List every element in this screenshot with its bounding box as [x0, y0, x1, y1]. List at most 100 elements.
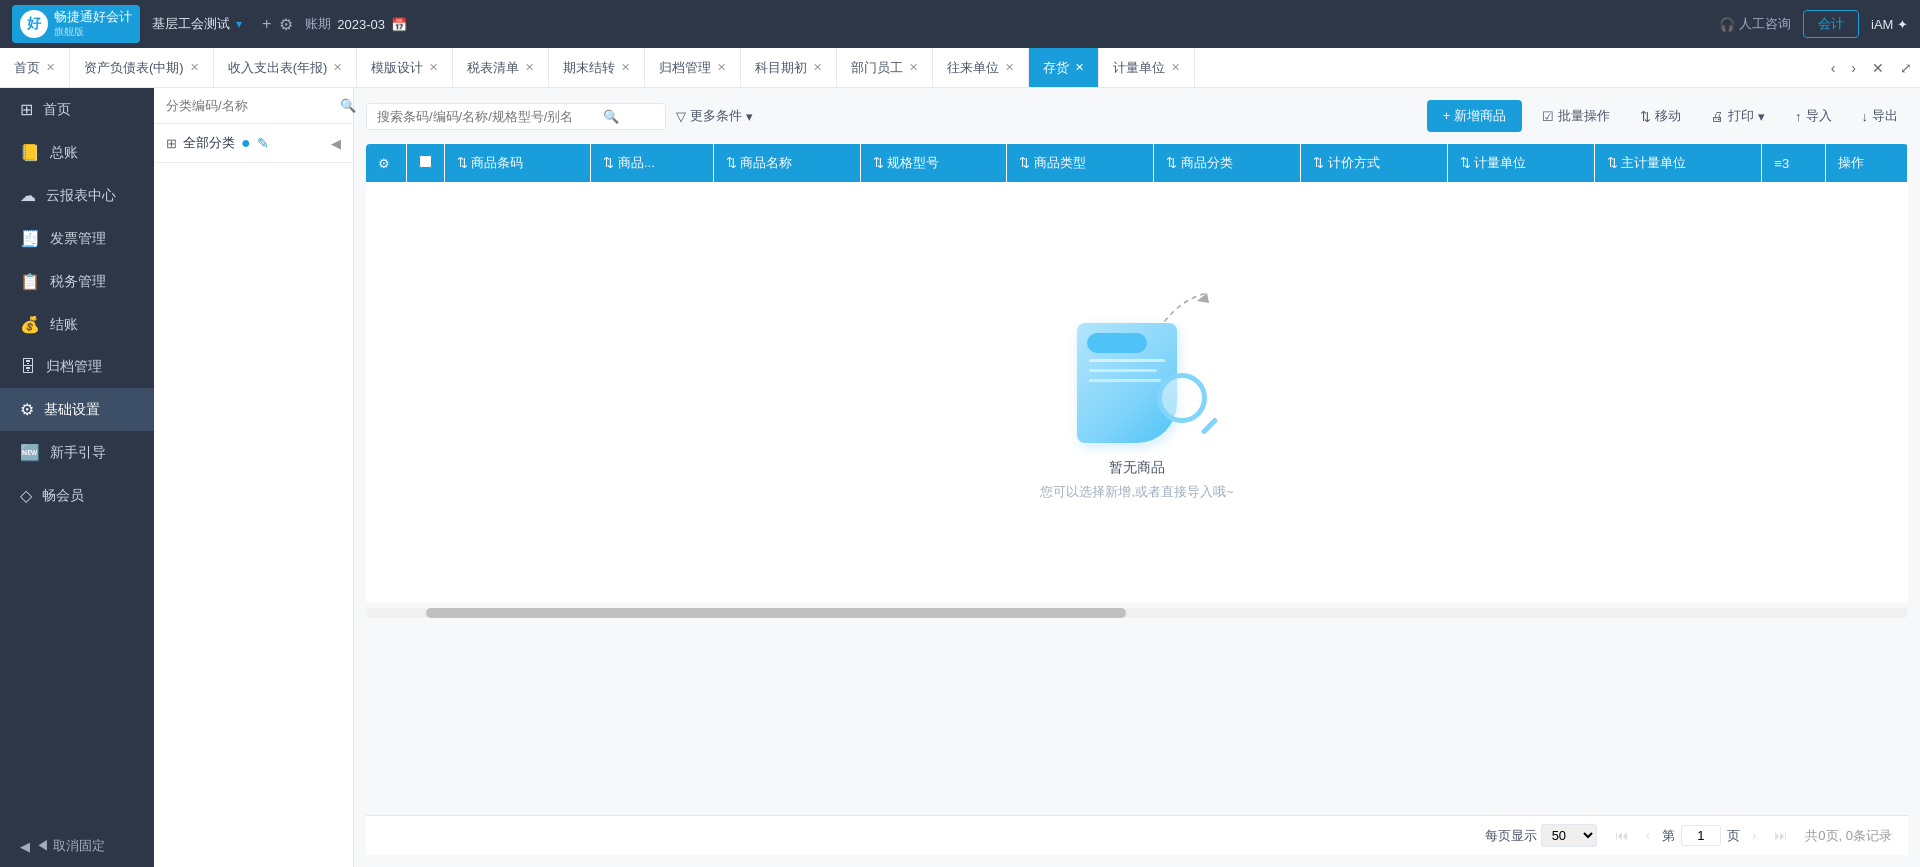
sidebar-item-archive[interactable]: 🗄 归档管理 [0, 346, 154, 388]
sidebar-item-home[interactable]: ⊞ 首页 [0, 88, 154, 131]
product-search-input[interactable] [377, 109, 597, 124]
scroll-top [1087, 333, 1147, 353]
tab-balance[interactable]: 资产负债表(中期) ✕ [70, 48, 214, 88]
tab-subject[interactable]: 科目期初 ✕ [741, 48, 837, 88]
tab-expand[interactable]: ⤢ [1892, 60, 1920, 76]
col-spec[interactable]: ⇅ 规格型号 [860, 144, 1007, 182]
col-barcode[interactable]: ⇅ 商品条码 [444, 144, 591, 182]
tab-template-label: 模版设计 [371, 59, 423, 77]
page-next[interactable]: › [1746, 826, 1762, 845]
search-icon[interactable]: 🔍 [603, 109, 619, 124]
search-bar: 🔍 [366, 103, 666, 130]
horizontal-scrollbar[interactable] [366, 608, 1908, 618]
tab-balance-close[interactable]: ✕ [190, 61, 199, 74]
tab-tax[interactable]: 税表清单 ✕ [453, 48, 549, 88]
col-extra[interactable]: ≡3 [1762, 144, 1826, 182]
tab-period-end[interactable]: 期末结转 ✕ [549, 48, 645, 88]
select-all-checkbox[interactable] [419, 155, 432, 168]
print-btn[interactable]: 🖨 打印 ▾ [1701, 101, 1775, 131]
settings-btn[interactable]: ⚙ [279, 15, 293, 34]
add-tab-btn[interactable]: + [262, 15, 271, 33]
tab-income[interactable]: 收入支出表(年报) ✕ [214, 48, 358, 88]
tab-partner[interactable]: 往来单位 ✕ [933, 48, 1029, 88]
sidebar-settings-label: 基础设置 [44, 401, 100, 419]
main-layout: ⊞ 首页 📒 总账 ☁ 云报表中心 🧾 发票管理 📋 税务管理 💰 结账 🗄 归… [0, 88, 1920, 867]
tab-inventory-close[interactable]: ✕ [1075, 61, 1084, 74]
page-first[interactable]: ⏮ [1609, 826, 1634, 845]
company-dropdown-icon: ▾ [236, 17, 242, 31]
tab-archive-close[interactable]: ✕ [717, 61, 726, 74]
sidebar-item-ledger[interactable]: 📒 总账 [0, 131, 154, 174]
tab-nav-prev[interactable]: ‹ [1823, 60, 1844, 76]
add-product-btn[interactable]: + 新增商品 [1427, 100, 1522, 132]
tab-unit[interactable]: 计量单位 ✕ [1099, 48, 1195, 88]
tab-template[interactable]: 模版设计 ✕ [357, 48, 453, 88]
import-btn[interactable]: ↑ 导入 [1785, 101, 1842, 131]
sidebar-item-member[interactable]: ◇ 畅会员 [0, 474, 154, 517]
tab-template-close[interactable]: ✕ [429, 61, 438, 74]
period-info: 账期 2023-03 📅 [305, 15, 407, 33]
ledger-icon: 📒 [20, 143, 40, 162]
col-name[interactable]: ⇅ 商品名称 [713, 144, 860, 182]
tab-nav-next[interactable]: › [1843, 60, 1864, 76]
category-dot: ● [241, 134, 251, 152]
logo-icon: 好 [20, 10, 48, 38]
logo-area[interactable]: 好 畅捷通好会计 旗舰版 [12, 5, 140, 43]
period-value: 2023-03 [337, 17, 385, 32]
col-main-unit[interactable]: ⇅ 主计量单位 [1594, 144, 1762, 182]
sidebar-item-guide[interactable]: 🆕 新手引导 [0, 431, 154, 474]
empty-desc: 您可以选择新增,或者直接导入哦~ [1040, 483, 1233, 501]
ai-consult-btn[interactable]: 🎧 人工咨询 [1719, 15, 1791, 33]
tab-income-close[interactable]: ✕ [333, 61, 342, 74]
batch-ops-btn[interactable]: ☑ 批量操作 [1532, 101, 1620, 131]
move-btn[interactable]: ⇅ 移动 [1630, 101, 1691, 131]
tab-unit-close[interactable]: ✕ [1171, 61, 1180, 74]
filter-btn[interactable]: ▽ 更多条件 ▾ [676, 107, 753, 125]
batch-ops-label: 批量操作 [1558, 107, 1610, 125]
col-unit[interactable]: ⇅ 计量单位 [1447, 144, 1594, 182]
category-collapse-icon[interactable]: ◀ [331, 136, 341, 151]
col-type[interactable]: ⇅ 商品类型 [1007, 144, 1154, 182]
sidebar-item-settlement[interactable]: 💰 结账 [0, 303, 154, 346]
company-selector[interactable]: 基层工会测试 ▾ [152, 15, 242, 33]
sidebar-item-cloud[interactable]: ☁ 云报表中心 [0, 174, 154, 217]
col-settings[interactable]: ⚙ [366, 144, 406, 182]
category-search-input[interactable] [166, 98, 334, 113]
table-footer: 每页显示 50 100 200 ⏮ ‹ 第 页 › [366, 815, 1908, 855]
sidebar-member-label: 畅会员 [42, 487, 84, 505]
export-btn[interactable]: ↓ 导出 [1852, 101, 1909, 131]
per-page-select[interactable]: 50 100 200 [1541, 824, 1597, 847]
category-edit-icon[interactable]: ✎ [257, 135, 269, 151]
tab-partner-close[interactable]: ✕ [1005, 61, 1014, 74]
category-all[interactable]: ⊞ 全部分类 ● ✎ ◀ [154, 124, 353, 163]
sidebar-item-tax[interactable]: 📋 税务管理 [0, 260, 154, 303]
tab-close-all[interactable]: ✕ [1864, 60, 1892, 76]
calendar-icon[interactable]: 📅 [391, 17, 407, 32]
tab-archive[interactable]: 归档管理 ✕ [645, 48, 741, 88]
kuaiji-button[interactable]: 会计 [1803, 10, 1859, 38]
page-last[interactable]: ⏭ [1768, 826, 1793, 845]
toolbar: 🔍 ▽ 更多条件 ▾ + 新增商品 ☑ 批量操作 ⇅ [366, 100, 1908, 132]
page-prev[interactable]: ‹ [1640, 826, 1656, 845]
page-input[interactable] [1681, 825, 1721, 846]
tab-home-close[interactable]: ✕ [46, 61, 55, 74]
tab-dept[interactable]: 部门员工 ✕ [837, 48, 933, 88]
tab-home[interactable]: 首页 ✕ [0, 48, 70, 88]
col-checkbox[interactable] [406, 144, 444, 182]
tab-dept-close[interactable]: ✕ [909, 61, 918, 74]
col-category[interactable]: ⇅ 商品分类 [1154, 144, 1301, 182]
sidebar-cloud-label: 云报表中心 [46, 187, 116, 205]
tab-subject-close[interactable]: ✕ [813, 61, 822, 74]
grid-icon: ⊞ [166, 136, 177, 151]
sidebar-cancel-fixed[interactable]: ◀ ◀ 取消固定 [0, 825, 154, 867]
tab-period-end-close[interactable]: ✕ [621, 61, 630, 74]
sidebar-item-settings[interactable]: ⚙ 基础设置 [0, 388, 154, 431]
add-product-label: + 新增商品 [1443, 107, 1506, 125]
tab-inventory[interactable]: 存货 ✕ [1029, 48, 1099, 88]
move-label: 移动 [1655, 107, 1681, 125]
col-price-method[interactable]: ⇅ 计价方式 [1301, 144, 1448, 182]
tab-tax-close[interactable]: ✕ [525, 61, 534, 74]
sidebar-item-invoice[interactable]: 🧾 发票管理 [0, 217, 154, 260]
scroll-thumb[interactable] [426, 608, 1126, 618]
col-code[interactable]: ⇅ 商品... [591, 144, 714, 182]
